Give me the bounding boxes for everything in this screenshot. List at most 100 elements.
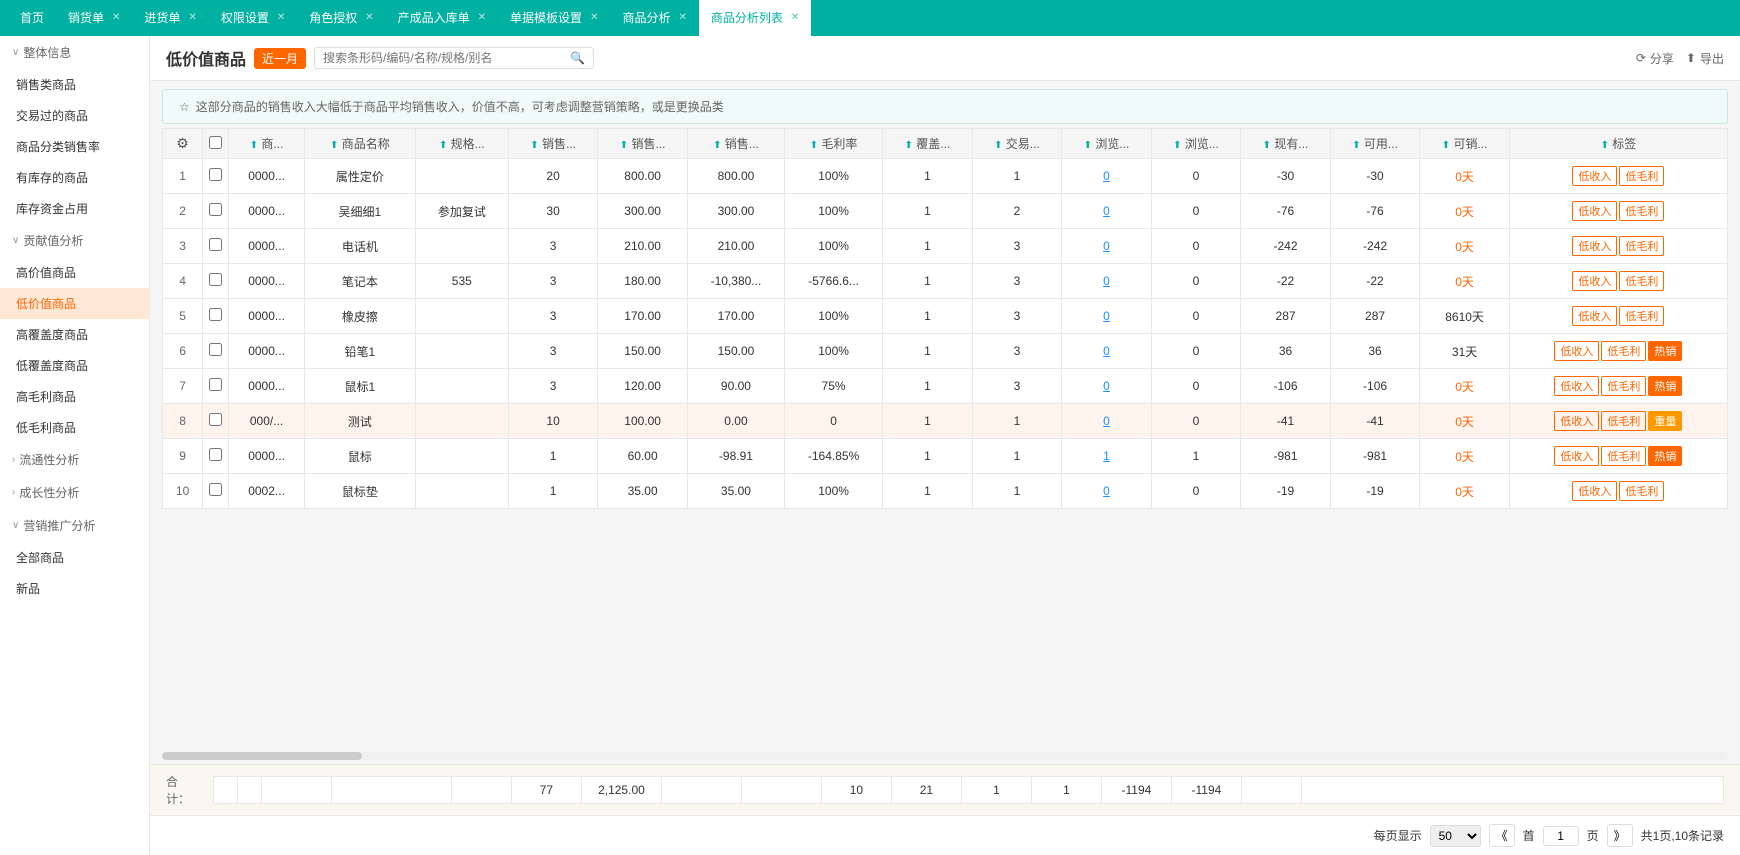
close-icon[interactable]: ✕ (188, 0, 196, 36)
row-name[interactable]: 鼠标 (304, 439, 415, 474)
col-sale1[interactable]: ⬆ 销售... (508, 129, 598, 159)
scrollbar-thumb[interactable] (162, 752, 362, 760)
row-name[interactable]: 笔记本 (304, 264, 415, 299)
col-name[interactable]: ⬆ 商品名称 (304, 129, 415, 159)
export-button[interactable]: ⬆ 导出 (1686, 50, 1724, 67)
nav-purchase[interactable]: 进货单 ✕ (132, 0, 208, 36)
close-icon[interactable]: ✕ (277, 0, 285, 36)
sidebar-item-low-value[interactable]: 低价值商品 (0, 288, 149, 319)
row-checkbox[interactable] (209, 343, 222, 356)
share-button[interactable]: ⟳ 分享 (1636, 50, 1674, 67)
row-checkbox[interactable] (209, 203, 222, 216)
row-view1[interactable]: 0 (1062, 474, 1152, 509)
view-link[interactable]: 0 (1103, 204, 1110, 218)
row-checkbox[interactable] (209, 378, 222, 391)
sidebar-item-stock-fund[interactable]: 库存资金占用 (0, 193, 149, 224)
row-checkbox[interactable] (209, 413, 222, 426)
close-icon[interactable]: ✕ (791, 0, 799, 36)
sidebar-item-low-coverage[interactable]: 低覆盖度商品 (0, 350, 149, 381)
view-link[interactable]: 0 (1103, 379, 1110, 393)
row-view1[interactable]: 0 (1062, 159, 1152, 194)
nav-sales[interactable]: 销货单 ✕ (56, 0, 132, 36)
col-code[interactable]: ⬆ 商... (229, 129, 305, 159)
close-icon[interactable]: ✕ (365, 0, 373, 36)
sidebar-item-traded-goods[interactable]: 交易过的商品 (0, 100, 149, 131)
row-view1[interactable]: 0 (1062, 264, 1152, 299)
view-link[interactable]: 0 (1103, 239, 1110, 253)
col-checkbox[interactable] (203, 129, 229, 159)
sidebar-item-category-sales[interactable]: 商品分类销售率 (0, 131, 149, 162)
next-page-button[interactable]: 》 (1607, 824, 1633, 847)
nav-role[interactable]: 角色授权 ✕ (297, 0, 385, 36)
col-view2[interactable]: ⬆ 浏览... (1151, 129, 1241, 159)
nav-analysis[interactable]: 商品分析 ✕ (610, 0, 698, 36)
sidebar-section-growth[interactable]: › 成长性分析 (0, 476, 149, 509)
sidebar-section-contribution[interactable]: ∨ 贡献值分析 (0, 224, 149, 257)
sidebar-item-high-margin[interactable]: 高毛利商品 (0, 381, 149, 412)
col-tags[interactable]: ⬆ 标签 (1509, 129, 1727, 159)
page-number-input[interactable] (1543, 826, 1579, 846)
row-name[interactable]: 电话机 (304, 229, 415, 264)
nav-home[interactable]: 首页 (8, 0, 56, 36)
view-link[interactable]: 0 (1103, 169, 1110, 183)
row-view1[interactable]: 0 (1062, 369, 1152, 404)
view-link[interactable]: 0 (1103, 414, 1110, 428)
page-size-select[interactable]: 50 20 100 (1430, 825, 1481, 847)
row-name[interactable]: 鼠标1 (304, 369, 415, 404)
search-icon[interactable]: 🔍 (570, 51, 585, 65)
sidebar-section-overall[interactable]: ∨ 整体信息 (0, 36, 149, 69)
nav-template[interactable]: 单据模板设置 ✕ (498, 0, 610, 36)
view-link[interactable]: 1 (1103, 449, 1110, 463)
row-view1[interactable]: 0 (1062, 229, 1152, 264)
col-gear[interactable]: ⚙ (163, 129, 203, 159)
row-view1[interactable]: 1 (1062, 439, 1152, 474)
sidebar-item-all-goods[interactable]: 全部商品 (0, 542, 149, 573)
col-sale3[interactable]: ⬆ 销售... (687, 129, 784, 159)
row-name[interactable]: 吴细细1 (304, 194, 415, 229)
close-icon[interactable]: ✕ (678, 0, 686, 36)
row-view1[interactable]: 0 (1062, 404, 1152, 439)
nav-product-in[interactable]: 产成品入库单 ✕ (386, 0, 498, 36)
row-checkbox[interactable] (209, 273, 222, 286)
row-checkbox[interactable] (209, 448, 222, 461)
row-checkbox[interactable] (209, 483, 222, 496)
horizontal-scrollbar[interactable] (162, 752, 1728, 760)
col-cover[interactable]: ⬆ 覆盖... (883, 129, 973, 159)
row-view1[interactable]: 0 (1062, 334, 1152, 369)
view-link[interactable]: 0 (1103, 309, 1110, 323)
col-sale2[interactable]: ⬆ 销售... (598, 129, 688, 159)
row-name[interactable]: 橡皮擦 (304, 299, 415, 334)
close-icon[interactable]: ✕ (112, 0, 120, 36)
row-checkbox[interactable] (209, 238, 222, 251)
row-name[interactable]: 铅笔1 (304, 334, 415, 369)
first-page-button[interactable]: 《 (1489, 824, 1515, 847)
view-link[interactable]: 0 (1103, 274, 1110, 288)
col-view1[interactable]: ⬆ 浏览... (1062, 129, 1152, 159)
view-link[interactable]: 0 (1103, 344, 1110, 358)
row-name[interactable]: 测试 (304, 404, 415, 439)
nav-analysis-list[interactable]: 商品分析列表 ✕ (699, 0, 811, 36)
sidebar-item-in-stock-goods[interactable]: 有库存的商品 (0, 162, 149, 193)
time-tag-button[interactable]: 近一月 (254, 48, 306, 69)
col-spec[interactable]: ⬆ 规格... (415, 129, 508, 159)
sidebar-item-high-value[interactable]: 高价值商品 (0, 257, 149, 288)
close-icon[interactable]: ✕ (478, 0, 486, 36)
view-link[interactable]: 0 (1103, 484, 1110, 498)
sidebar-section-marketing[interactable]: ∨ 营销推广分析 (0, 509, 149, 542)
sidebar-item-high-coverage[interactable]: 高覆盖度商品 (0, 319, 149, 350)
sidebar-item-low-margin[interactable]: 低毛利商品 (0, 412, 149, 443)
col-margin[interactable]: ⬆ 毛利率 (785, 129, 883, 159)
close-icon[interactable]: ✕ (590, 0, 598, 36)
search-input[interactable] (323, 51, 566, 65)
row-name[interactable]: 属性定价 (304, 159, 415, 194)
row-view1[interactable]: 0 (1062, 194, 1152, 229)
nav-permission[interactable]: 权限设置 ✕ (209, 0, 297, 36)
col-stock1[interactable]: ⬆ 现有... (1241, 129, 1331, 159)
col-trade[interactable]: ⬆ 交易... (972, 129, 1062, 159)
col-stock2[interactable]: ⬆ 可用... (1330, 129, 1420, 159)
col-stock3[interactable]: ⬆ 可销... (1420, 129, 1510, 159)
sidebar-section-flow[interactable]: › 流通性分析 (0, 443, 149, 476)
row-name[interactable]: 鼠标垫 (304, 474, 415, 509)
sidebar-item-new-goods[interactable]: 新品 (0, 573, 149, 604)
row-checkbox[interactable] (209, 168, 222, 181)
